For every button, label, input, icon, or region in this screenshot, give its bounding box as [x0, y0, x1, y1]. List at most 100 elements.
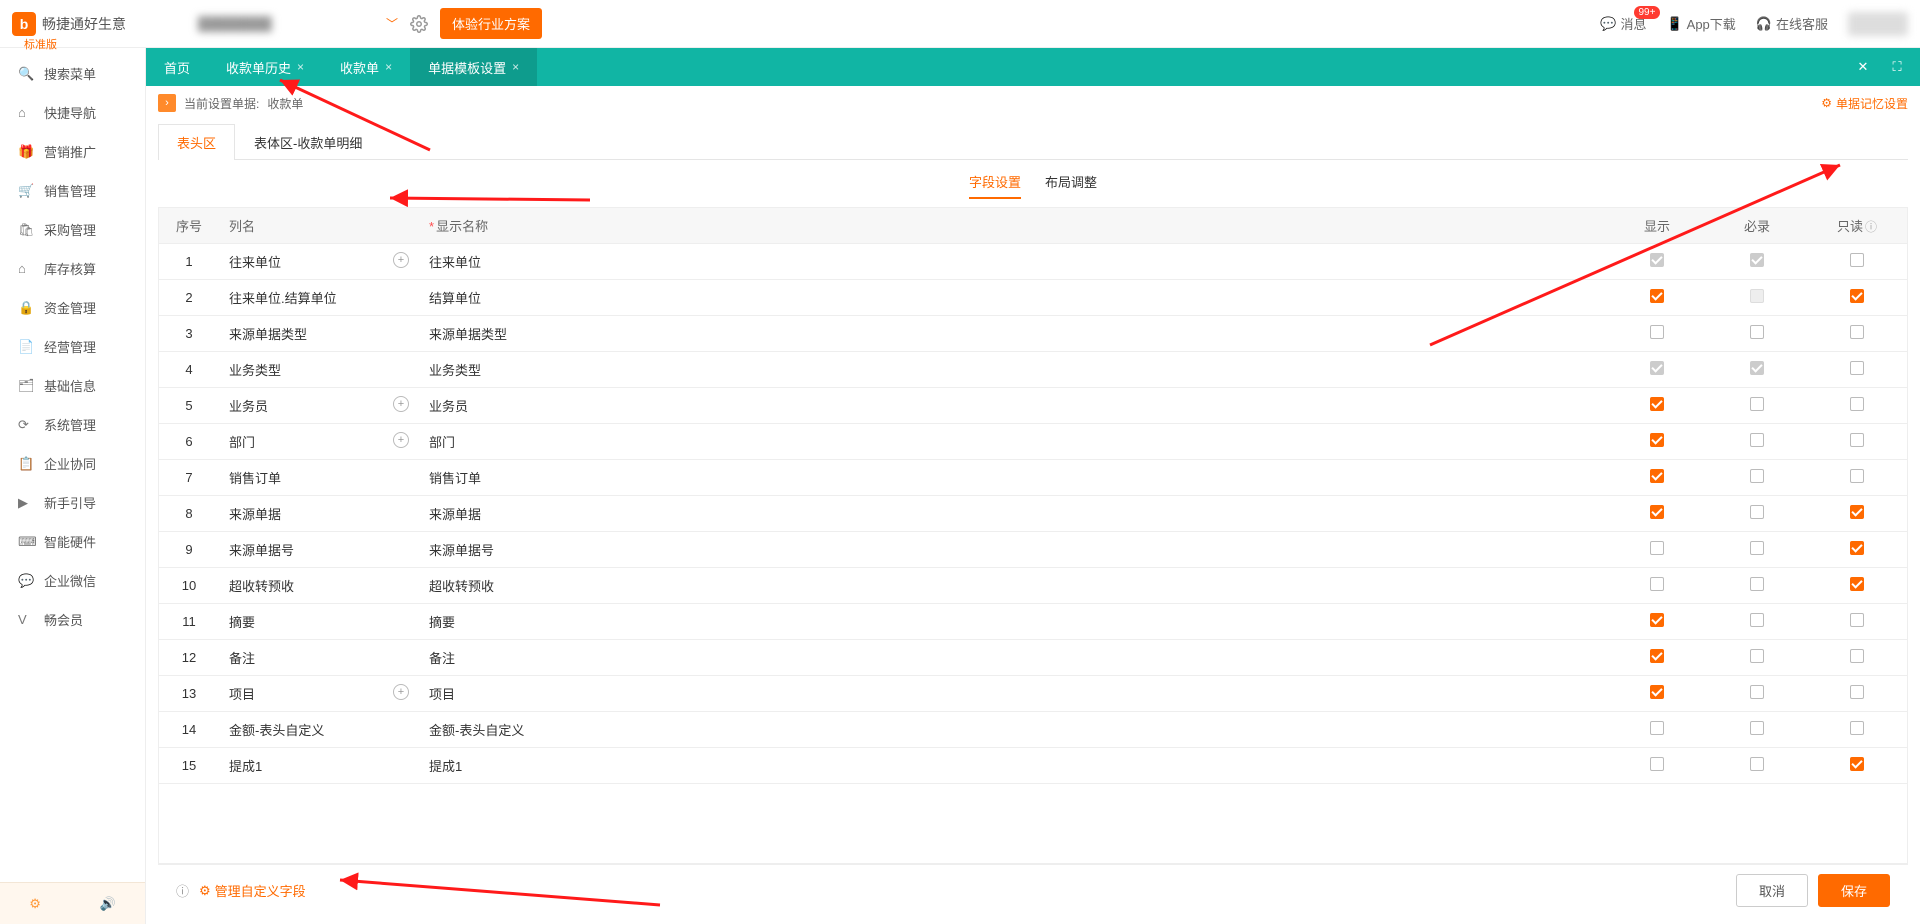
help-icon[interactable]: ⓘ [1865, 220, 1877, 234]
user-avatar-blurred[interactable] [1848, 12, 1908, 36]
sidebar-item-2[interactable]: 🎁营销推广 [0, 132, 145, 171]
show-checkbox[interactable] [1650, 433, 1664, 447]
app-download-link[interactable]: 📱 App下载 [1666, 14, 1735, 33]
cell-disp[interactable]: 来源单据号 [419, 532, 1607, 568]
section-tab-0[interactable]: 表头区 [158, 124, 235, 160]
show-checkbox[interactable] [1650, 397, 1664, 411]
breadcrumb-chevron-icon[interactable]: › [158, 94, 176, 112]
ro-checkbox[interactable] [1850, 505, 1864, 519]
cell-disp[interactable]: 销售订单 [419, 460, 1607, 496]
settings-icon[interactable] [410, 15, 428, 33]
tab-3[interactable]: 单据模板设置× [410, 48, 537, 86]
cell-disp[interactable]: 来源单据类型 [419, 316, 1607, 352]
business-selector[interactable]: ████████ ﹀ [198, 15, 398, 32]
ro-checkbox[interactable] [1850, 613, 1864, 627]
req-checkbox[interactable] [1750, 397, 1764, 411]
add-icon[interactable]: + [393, 432, 409, 448]
ro-checkbox[interactable] [1850, 541, 1864, 555]
req-checkbox[interactable] [1750, 541, 1764, 555]
cell-disp[interactable]: 超收转预收 [419, 568, 1607, 604]
req-checkbox[interactable] [1750, 685, 1764, 699]
req-checkbox[interactable] [1750, 649, 1764, 663]
close-icon[interactable]: × [512, 60, 519, 74]
tab-1[interactable]: 收款单历史× [208, 48, 322, 86]
help-icon[interactable]: ⓘ [176, 881, 189, 900]
req-checkbox[interactable] [1750, 613, 1764, 627]
cell-disp[interactable]: 部门 [419, 424, 1607, 460]
gear-icon[interactable]: ⚙ [29, 896, 41, 912]
req-checkbox[interactable] [1750, 505, 1764, 519]
ro-checkbox[interactable] [1850, 361, 1864, 375]
show-checkbox[interactable] [1650, 469, 1664, 483]
ro-checkbox[interactable] [1850, 649, 1864, 663]
sidebar-item-4[interactable]: 🛍采购管理 [0, 210, 145, 249]
req-checkbox[interactable] [1750, 469, 1764, 483]
req-checkbox[interactable] [1750, 721, 1764, 735]
cell-disp[interactable]: 项目 [419, 676, 1607, 712]
sidebar-item-3[interactable]: 🛒销售管理 [0, 171, 145, 210]
section-tab-1[interactable]: 表体区-收款单明细 [235, 124, 381, 160]
cell-disp[interactable]: 业务类型 [419, 352, 1607, 388]
tab-0[interactable]: 首页 [146, 48, 208, 86]
ro-checkbox[interactable] [1850, 685, 1864, 699]
ro-checkbox[interactable] [1850, 253, 1864, 267]
show-checkbox[interactable] [1650, 757, 1664, 771]
req-checkbox[interactable] [1750, 325, 1764, 339]
cell-disp[interactable]: 结算单位 [419, 280, 1607, 316]
show-checkbox[interactable] [1650, 613, 1664, 627]
show-checkbox[interactable] [1650, 289, 1664, 303]
close-all-button[interactable]: ✕ [1852, 56, 1874, 78]
cell-disp[interactable]: 提成1 [419, 748, 1607, 784]
manage-custom-fields-link[interactable]: ⚙ 管理自定义字段 [199, 881, 306, 900]
cell-disp[interactable]: 来源单据 [419, 496, 1607, 532]
sub-tab-0[interactable]: 字段设置 [969, 172, 1021, 199]
ro-checkbox[interactable] [1850, 721, 1864, 735]
ro-checkbox[interactable] [1850, 757, 1864, 771]
cancel-button[interactable]: 取消 [1736, 874, 1808, 907]
memory-settings-link[interactable]: ⚙ 单据记忆设置 [1821, 95, 1908, 112]
show-checkbox[interactable] [1650, 685, 1664, 699]
ro-checkbox[interactable] [1850, 433, 1864, 447]
sidebar-item-12[interactable]: ⌨智能硬件 [0, 522, 145, 561]
show-checkbox[interactable] [1650, 577, 1664, 591]
cell-disp[interactable]: 业务员 [419, 388, 1607, 424]
add-icon[interactable]: + [393, 252, 409, 268]
show-checkbox[interactable] [1650, 325, 1664, 339]
messages-link[interactable]: 💬 消息 99+ [1600, 14, 1646, 33]
sidebar-item-8[interactable]: 🗂基础信息 [0, 366, 145, 405]
req-checkbox[interactable] [1750, 757, 1764, 771]
cell-disp[interactable]: 摘要 [419, 604, 1607, 640]
sub-tab-1[interactable]: 布局调整 [1045, 172, 1097, 199]
sidebar-item-9[interactable]: ⟳系统管理 [0, 405, 145, 444]
sidebar-item-10[interactable]: 📋企业协同 [0, 444, 145, 483]
close-icon[interactable]: × [385, 60, 392, 74]
show-checkbox[interactable] [1650, 541, 1664, 555]
try-scheme-button[interactable]: 体验行业方案 [440, 8, 542, 39]
sidebar-item-7[interactable]: 📄经营管理 [0, 327, 145, 366]
sound-icon[interactable]: 🔊 [100, 896, 116, 912]
sidebar-item-0[interactable]: 🔍搜索菜单 [0, 54, 145, 93]
sidebar-item-6[interactable]: 🔒资金管理 [0, 288, 145, 327]
show-checkbox[interactable] [1650, 649, 1664, 663]
sidebar-item-14[interactable]: V畅会员 [0, 600, 145, 639]
req-checkbox[interactable] [1750, 433, 1764, 447]
save-button[interactable]: 保存 [1818, 874, 1890, 907]
ro-checkbox[interactable] [1850, 397, 1864, 411]
cell-disp[interactable]: 往来单位 [419, 244, 1607, 280]
sidebar-item-1[interactable]: ⌂快捷导航 [0, 93, 145, 132]
sidebar-item-13[interactable]: 💬企业微信 [0, 561, 145, 600]
add-icon[interactable]: + [393, 396, 409, 412]
show-checkbox[interactable] [1650, 721, 1664, 735]
tab-2[interactable]: 收款单× [322, 48, 410, 86]
add-icon[interactable]: + [393, 684, 409, 700]
ro-checkbox[interactable] [1850, 469, 1864, 483]
sidebar-item-11[interactable]: ▶新手引导 [0, 483, 145, 522]
sidebar-item-5[interactable]: ⌂库存核算 [0, 249, 145, 288]
close-icon[interactable]: × [297, 60, 304, 74]
req-checkbox[interactable] [1750, 577, 1764, 591]
cell-disp[interactable]: 备注 [419, 640, 1607, 676]
ro-checkbox[interactable] [1850, 289, 1864, 303]
show-checkbox[interactable] [1650, 505, 1664, 519]
cell-disp[interactable]: 金额-表头自定义 [419, 712, 1607, 748]
fullscreen-button[interactable]: ⛶ [1886, 56, 1908, 78]
